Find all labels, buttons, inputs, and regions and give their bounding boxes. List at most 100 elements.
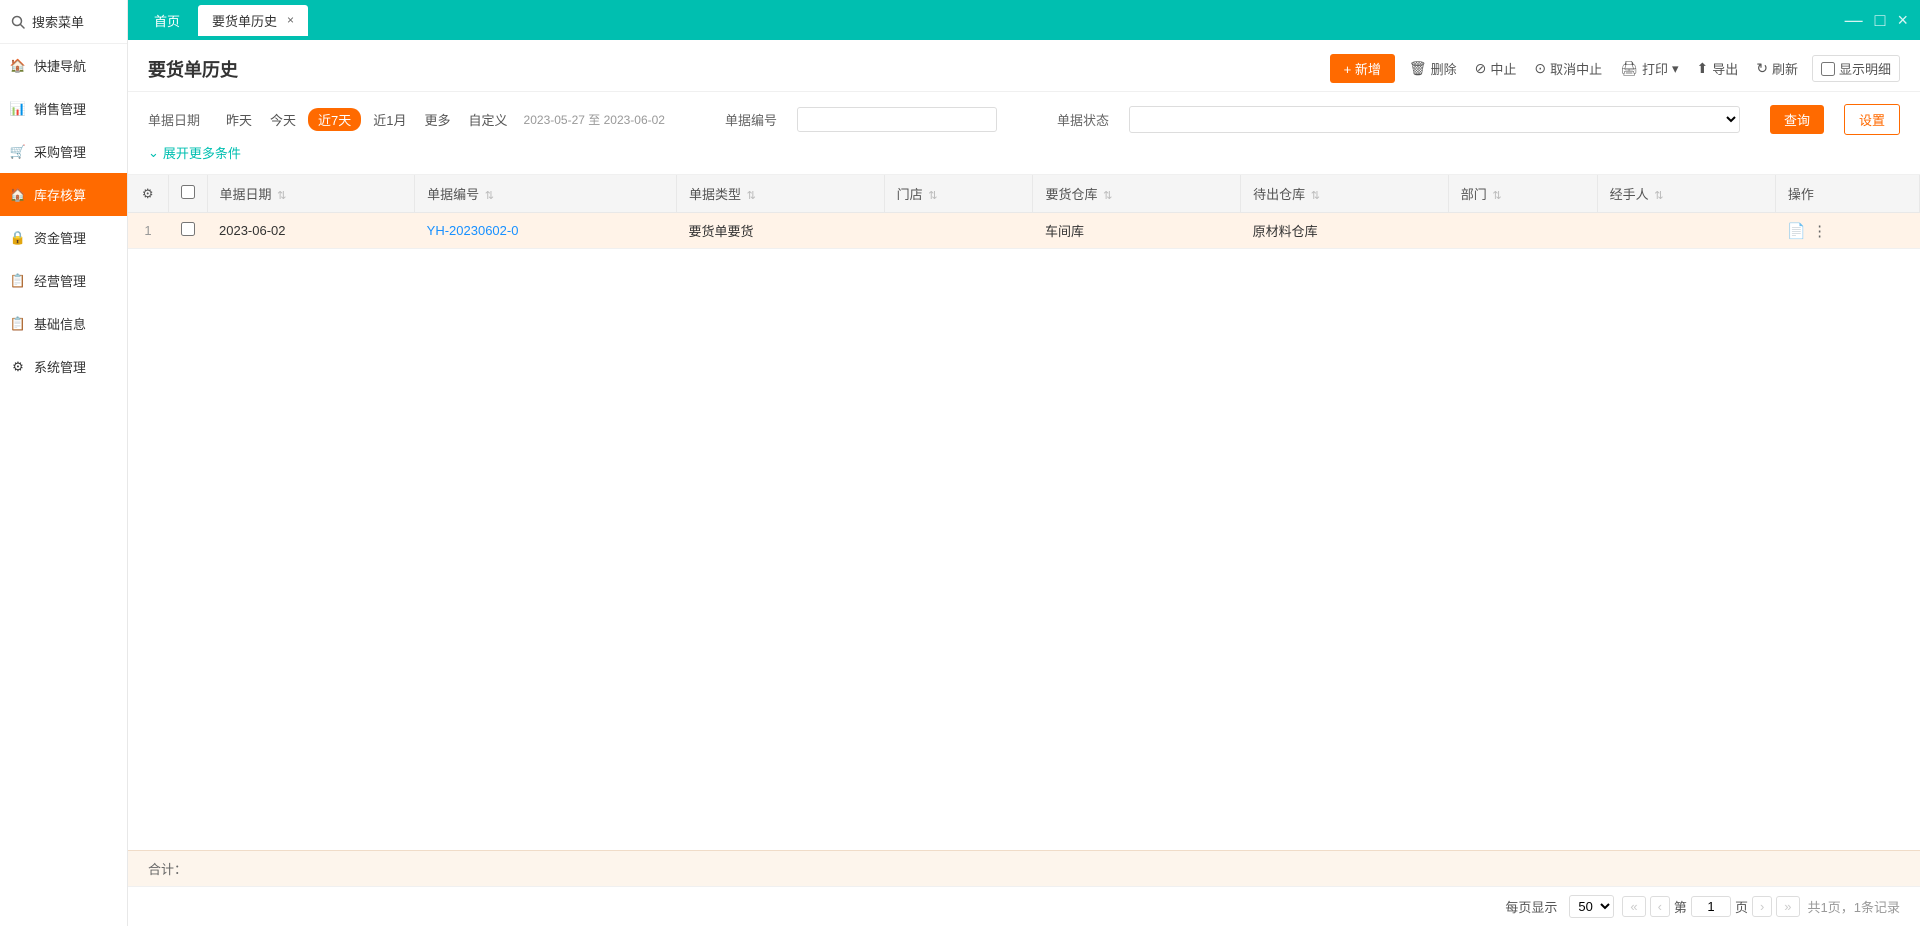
date-btn-1month[interactable]: 近1月 [367, 108, 412, 131]
row-department [1448, 213, 1597, 249]
basic-info-icon: 📋 [10, 316, 26, 332]
row-checkbox[interactable] [181, 222, 195, 236]
edit-icon[interactable]: 📄 [1787, 222, 1806, 240]
stop-button[interactable]: ⊘ 中止 [1471, 57, 1521, 80]
sidebar-search[interactable]: 搜索菜单 [0, 0, 127, 44]
cancel-stop-button[interactable]: ⊙ 取消中止 [1530, 57, 1606, 80]
sidebar-item-finance[interactable]: 🔒 资金管理 [0, 216, 127, 259]
tab-close-icon[interactable]: × [287, 13, 294, 27]
sidebar-item-basic-info[interactable]: 📋 基础信息 [0, 302, 127, 345]
total-info: 共1页，1条记录 [1808, 897, 1900, 916]
date-btn-today[interactable]: 今天 [264, 108, 302, 131]
select-all-checkbox[interactable] [181, 185, 195, 199]
page-header: 要货单历史 + 新增 🗑 删除 ⊘ 中止 ⊙ 取消中止 🖨 打印 [128, 40, 1920, 92]
filter-row-1: 单据日期 昨天 今天 近7天 近1月 更多 自定义 2023-05-27 至 2… [148, 104, 1900, 135]
filter-area: 单据日期 昨天 今天 近7天 近1月 更多 自定义 2023-05-27 至 2… [128, 92, 1920, 175]
page-nav: « ‹ 第 页 › » [1622, 896, 1799, 917]
th-req-warehouse-label: 要货仓库 [1045, 187, 1097, 202]
table-row: 1 2023-06-02 YH-20230602-0 要货单要货 车间库 原材料… [128, 213, 1920, 249]
th-doc-num[interactable]: 单据编号 ⇅ [415, 175, 677, 213]
show-detail-button[interactable]: 显示明细 [1812, 55, 1900, 82]
th-operation: 操作 [1775, 175, 1919, 213]
th-doc-date[interactable]: 单据日期 ⇅ [207, 175, 415, 213]
page-input[interactable] [1691, 896, 1731, 917]
th-department[interactable]: 部门 ⇅ [1448, 175, 1597, 213]
date-btn-yesterday[interactable]: 昨天 [220, 108, 258, 131]
date-btn-more[interactable]: 更多 [419, 108, 457, 131]
sidebar-item-system[interactable]: ⚙ 系统管理 [0, 345, 127, 388]
tab-home-label: 首页 [154, 11, 180, 30]
expand-more-button[interactable]: ⌄ 展开更多条件 [148, 143, 1900, 162]
pagination: 每页显示 50 « ‹ 第 页 › » 共1页，1条记录 [128, 886, 1920, 926]
th-doc-num-label: 单据编号 [427, 187, 479, 202]
show-detail-checkbox[interactable] [1821, 62, 1835, 76]
doc-num-link[interactable]: YH-20230602-0 [427, 223, 519, 238]
sort-icon-doc-date: ⇅ [277, 190, 286, 202]
th-req-warehouse[interactable]: 要货仓库 ⇅ [1033, 175, 1241, 213]
tab-active-label: 要货单历史 [212, 11, 277, 30]
tab-home[interactable]: 首页 [140, 5, 194, 36]
th-doc-date-label: 单据日期 [220, 187, 272, 202]
date-btn-custom[interactable]: 自定义 [463, 108, 514, 131]
export-button[interactable]: ⬆ 导出 [1692, 57, 1742, 80]
expand-label: 展开更多条件 [163, 143, 241, 162]
sidebar-item-purchase[interactable]: 🛒 采购管理 [0, 130, 127, 173]
last-page-btn[interactable]: » [1776, 896, 1799, 917]
topbar: 首页 要货单历史 × — □ × [128, 0, 1920, 40]
settings-button[interactable]: 设置 [1844, 104, 1900, 135]
query-button[interactable]: 查询 [1770, 105, 1824, 134]
date-btn-7days[interactable]: 近7天 [308, 108, 361, 131]
th-store[interactable]: 门店 ⇅ [884, 175, 1033, 213]
minimize-icon[interactable]: — [1845, 10, 1863, 31]
sort-icon-doc-num: ⇅ [485, 190, 494, 202]
th-doc-type[interactable]: 单据类型 ⇅ [676, 175, 884, 213]
inventory-icon: 🏠 [10, 187, 26, 203]
th-settings[interactable]: ⚙ [128, 175, 168, 213]
page-title: 要货单历史 [148, 56, 238, 82]
print-button[interactable]: 🖨 打印 ▾ [1616, 57, 1682, 80]
search-icon [10, 14, 26, 30]
delete-button[interactable]: 🗑 删除 [1405, 57, 1461, 80]
operations-icon: 📋 [10, 273, 26, 289]
cancel-stop-icon: ⊙ [1534, 60, 1546, 77]
sidebar-item-sales[interactable]: 📊 销售管理 [0, 87, 127, 130]
next-page-btn[interactable]: › [1752, 896, 1772, 917]
content-area: 要货单历史 + 新增 🗑 删除 ⊘ 中止 ⊙ 取消中止 🖨 打印 [128, 40, 1920, 926]
th-handler[interactable]: 经手人 ⇅ [1597, 175, 1775, 213]
doc-num-input[interactable] [797, 107, 997, 132]
th-doc-type-label: 单据类型 [689, 187, 741, 202]
gear-icon: ⚙ [10, 359, 26, 375]
close-window-icon[interactable]: × [1897, 10, 1908, 31]
tab-requisition-history[interactable]: 要货单历史 × [198, 5, 308, 36]
page-label: 第 [1674, 897, 1687, 916]
date-filter-label: 单据日期 [148, 110, 200, 129]
row-pending-warehouse: 原材料仓库 [1241, 213, 1449, 249]
status-select[interactable] [1129, 106, 1740, 133]
refresh-label: 刷新 [1772, 59, 1798, 78]
toolbar: + 新增 🗑 删除 ⊘ 中止 ⊙ 取消中止 🖨 打印 ▾ [1330, 54, 1900, 83]
table-area: ⚙ 单据日期 ⇅ 单据编号 ⇅ [128, 175, 1920, 850]
sidebar-item-operations[interactable]: 📋 经营管理 [0, 259, 127, 302]
row-doc-type: 要货单要货 [676, 213, 884, 249]
restore-icon[interactable]: □ [1875, 10, 1886, 31]
requisition-table: ⚙ 单据日期 ⇅ 单据编号 ⇅ [128, 175, 1920, 249]
th-pending-warehouse-label: 待出仓库 [1253, 187, 1305, 202]
delete-icon: 🗑 [1409, 60, 1427, 77]
prev-page-btn[interactable]: ‹ [1650, 896, 1670, 917]
th-store-label: 门店 [897, 187, 923, 202]
sort-icon-handler: ⇅ [1654, 190, 1663, 202]
first-page-btn[interactable]: « [1622, 896, 1645, 917]
th-pending-warehouse[interactable]: 待出仓库 ⇅ [1241, 175, 1449, 213]
more-icon[interactable]: ⋮ [1812, 222, 1827, 240]
per-page-select[interactable]: 50 [1569, 895, 1614, 918]
show-detail-label: 显示明细 [1839, 59, 1891, 78]
sidebar-item-label: 系统管理 [34, 357, 86, 376]
new-button[interactable]: + 新增 [1330, 54, 1395, 83]
sidebar-item-label: 库存核算 [34, 185, 86, 204]
sidebar-item-inventory[interactable]: 🏠 库存核算 [0, 173, 127, 216]
sidebar-item-label: 快捷导航 [34, 56, 86, 75]
refresh-button[interactable]: ↻ 刷新 [1752, 57, 1802, 80]
cart-icon: 🛒 [10, 144, 26, 160]
refresh-icon: ↻ [1756, 60, 1768, 77]
sidebar-item-quick-nav[interactable]: 🏠 快捷导航 [0, 44, 127, 87]
